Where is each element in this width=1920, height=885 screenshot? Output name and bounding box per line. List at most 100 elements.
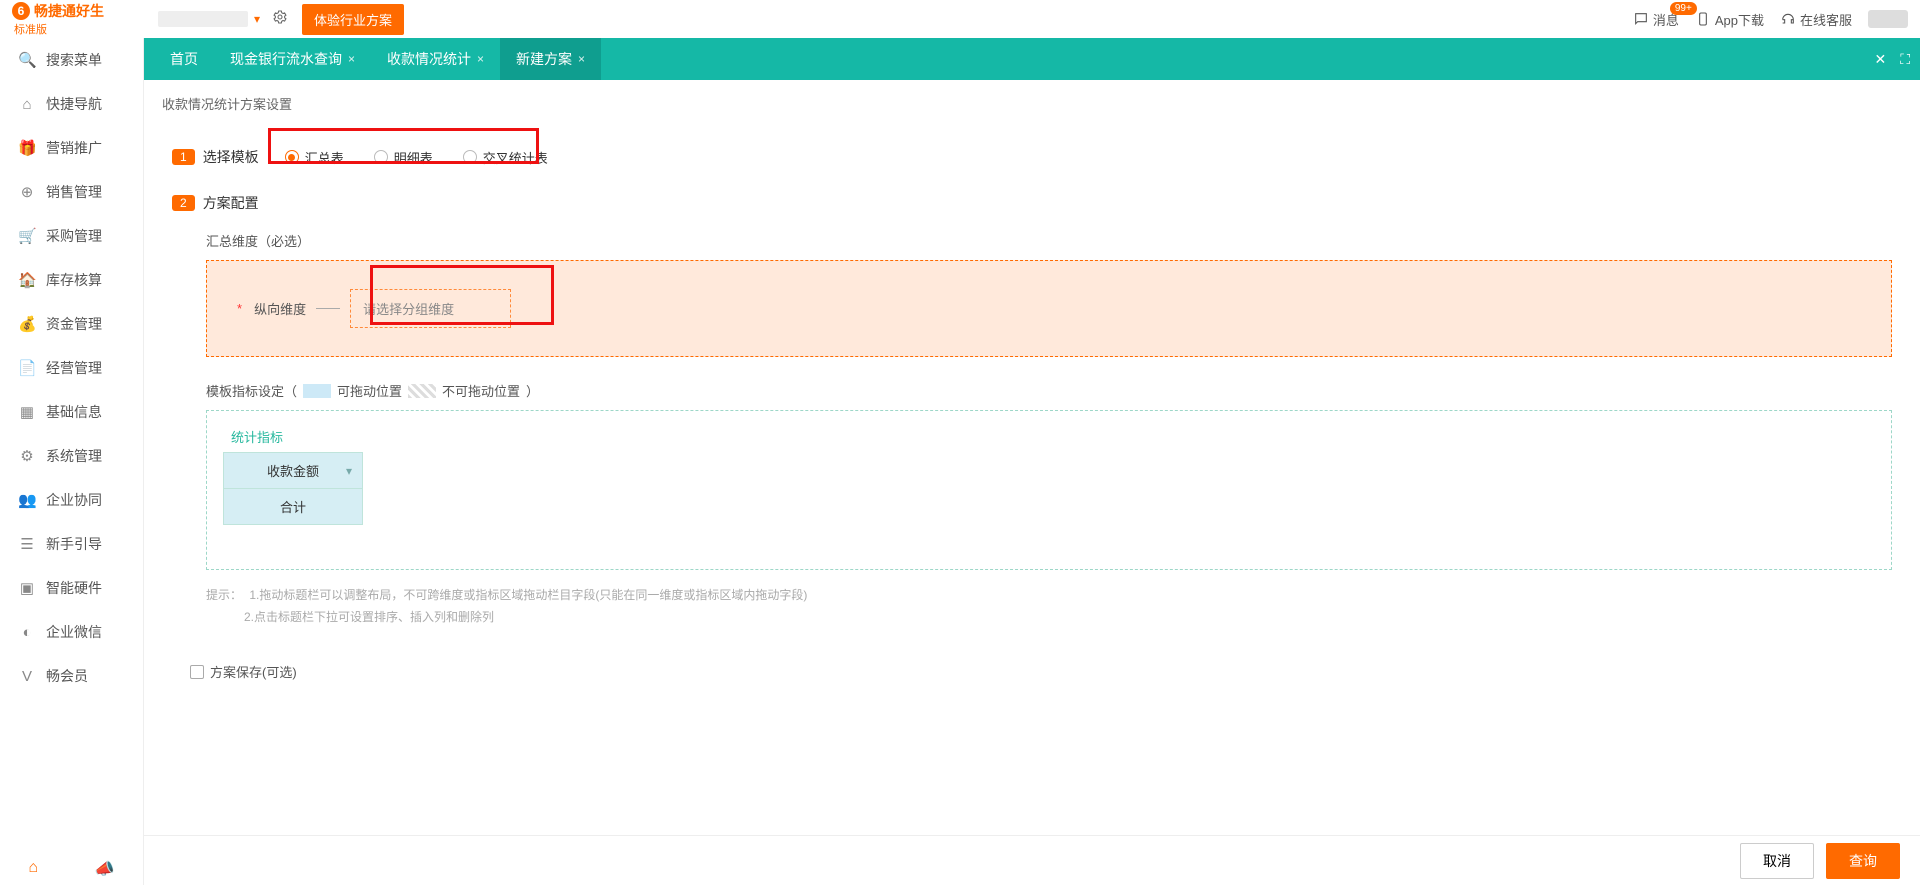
save-scheme-row[interactable]: 方案保存(可选) bbox=[190, 662, 1892, 681]
sidebar-item-label: 基础信息 bbox=[46, 402, 102, 422]
step-1-badge: 1 bbox=[172, 149, 195, 165]
sidebar: 🔍 搜索菜单 ⌂快捷导航🎁营销推广 ⊕ 销售管理 🛒 采购管理 🏠库存核算 💰 资金管理 📄 经营管理… bbox=[0, 38, 144, 885]
radio-label: 明细表 bbox=[394, 148, 433, 167]
required-star: * bbox=[237, 301, 242, 316]
tab-label: 现金银行流水查询 bbox=[230, 49, 342, 69]
sidebar-item-chip[interactable]: ▣智能硬件 bbox=[0, 566, 143, 610]
chat-icon bbox=[1633, 11, 1649, 27]
sidebar-item-label: 采购管理 bbox=[46, 226, 102, 246]
settings-gear-icon[interactable] bbox=[272, 9, 288, 29]
save-scheme-checkbox[interactable] bbox=[190, 665, 204, 679]
dimension-section-title: 汇总维度（必选） bbox=[206, 231, 1892, 250]
page-title: 收款情况统计方案设置 bbox=[144, 80, 1920, 127]
tabs-bar: 首页现金银行流水查询 × 收款情况统计 × 新建方案 × ✕ ⛶ bbox=[144, 38, 1920, 80]
sidebar-item-grid[interactable]: ▦ 基础信息 bbox=[0, 390, 143, 434]
sidebar-item-search[interactable]: 🔍 搜索菜单 bbox=[0, 38, 143, 82]
sidebar-item-sys[interactable]: ⚙系统管理 bbox=[0, 434, 143, 478]
indicator-panel: 统计指标 收款金额▾合计 bbox=[206, 410, 1892, 570]
tab-close-icon[interactable]: × bbox=[578, 52, 585, 66]
tips-block: 提示： 1.拖动标题栏可以调整布局，不可跨维度或指标区域拖动栏目字段(只能在同一… bbox=[206, 584, 1892, 628]
sidebar-item-tag[interactable]: ⊕ 销售管理 bbox=[0, 170, 143, 214]
draggable-swatch bbox=[303, 384, 331, 398]
indicator-group-title: 统计指标 bbox=[231, 427, 1875, 446]
template-radio-group: 汇总表 明细表 交叉统计表 bbox=[285, 148, 548, 167]
sidebar-item-doc[interactable]: 📄 经营管理 bbox=[0, 346, 143, 390]
cancel-button[interactable]: 取消 bbox=[1740, 843, 1814, 879]
indicator-caption-prefix: 模板指标设定（ bbox=[206, 381, 297, 400]
messages-badge: 99+ bbox=[1670, 2, 1697, 15]
experience-button[interactable]: 体验行业方案 bbox=[302, 4, 404, 35]
sidebar-item-label: 企业协同 bbox=[46, 490, 102, 510]
sidebar-item-label: 畅会员 bbox=[46, 666, 88, 686]
grid-icon: ▦ bbox=[18, 403, 36, 421]
sidebar-item-wallet[interactable]: 💰 资金管理 bbox=[0, 302, 143, 346]
sidebar-item-team[interactable]: 👥企业协同 bbox=[0, 478, 143, 522]
connector-line bbox=[316, 308, 340, 309]
indicator-cell-1[interactable]: 合计 bbox=[224, 489, 362, 524]
sidebar-bottom-icon-2[interactable]: 📣 bbox=[95, 859, 115, 879]
tab-close-all-icon[interactable]: ✕ bbox=[1874, 51, 1886, 68]
tag-icon: ⊕ bbox=[18, 183, 36, 201]
sidebar-item-label: 资金管理 bbox=[46, 314, 102, 334]
tab-新建方案[interactable]: 新建方案 × bbox=[500, 38, 601, 80]
wxwork-icon: ◐ bbox=[18, 624, 36, 641]
fullscreen-icon[interactable]: ⛶ bbox=[1900, 51, 1910, 68]
step-2-header: 2 方案配置 bbox=[172, 193, 1892, 213]
sidebar-item-new[interactable]: ☰新手引导 bbox=[0, 522, 143, 566]
doc-icon: 📄 bbox=[18, 359, 36, 377]
radio-label: 交叉统计表 bbox=[483, 148, 548, 167]
tab-label: 收款情况统计 bbox=[387, 49, 471, 69]
indicator-cell-0[interactable]: 收款金额▾ bbox=[224, 453, 362, 489]
main-content: 收款情况统计方案设置 1 选择模板 汇总表明细表交叉统计表 2 方案配置 汇总维… bbox=[144, 80, 1920, 885]
tab-现金银行流水查询[interactable]: 现金银行流水查询 × bbox=[214, 38, 371, 80]
sidebar-item-label: 新手引导 bbox=[46, 534, 102, 554]
search-icon: 🔍 bbox=[18, 51, 36, 69]
dimension-panel: * 纵向维度 请选择分组维度 bbox=[206, 260, 1892, 357]
user-avatar[interactable] bbox=[1868, 10, 1908, 28]
gift-icon: 🎁 bbox=[18, 139, 36, 157]
dimension-picker[interactable]: 请选择分组维度 bbox=[350, 289, 511, 328]
sidebar-bottom-icon-1[interactable]: ⌂ bbox=[28, 859, 38, 879]
submit-button[interactable]: 查询 bbox=[1826, 843, 1900, 879]
template-radio-1[interactable]: 明细表 bbox=[374, 148, 433, 167]
template-radio-0[interactable]: 汇总表 bbox=[285, 148, 344, 167]
tab-close-icon[interactable]: × bbox=[477, 52, 484, 66]
sidebar-item-label: 智能硬件 bbox=[46, 578, 102, 598]
cart-icon: 🛒 bbox=[18, 227, 36, 245]
vip-icon: V bbox=[18, 668, 36, 685]
tab-close-icon[interactable]: × bbox=[348, 52, 355, 66]
tips-label: 提示： bbox=[206, 588, 242, 602]
sidebar-item-cart[interactable]: 🛒 采购管理 bbox=[0, 214, 143, 258]
sidebar-bottom-icons: ⌂📣 bbox=[0, 859, 143, 879]
brand-edition: 标准版 bbox=[14, 21, 47, 37]
org-name-placeholder bbox=[158, 11, 248, 27]
template-radio-2[interactable]: 交叉统计表 bbox=[463, 148, 548, 167]
sys-icon: ⚙ bbox=[18, 447, 36, 465]
sidebar-item-house[interactable]: 🏠库存核算 bbox=[0, 258, 143, 302]
tip-line-1: 1.拖动标题栏可以调整布局，不可跨维度或指标区域拖动栏目字段(只能在同一维度或指… bbox=[249, 588, 807, 602]
sidebar-item-label: 经营管理 bbox=[46, 358, 102, 378]
brand-area: 6 畅捷通好生 标准版 bbox=[12, 1, 144, 37]
step-1-header: 1 选择模板 汇总表明细表交叉统计表 bbox=[172, 147, 1892, 167]
org-selector[interactable]: ▾ bbox=[158, 11, 260, 27]
sidebar-item-label: 销售管理 bbox=[46, 182, 102, 202]
tab-label: 新建方案 bbox=[516, 49, 572, 69]
sidebar-item-gift[interactable]: 🎁营销推广 bbox=[0, 126, 143, 170]
sidebar-item-label: 搜索菜单 bbox=[46, 50, 102, 70]
wallet-icon: 💰 bbox=[18, 315, 36, 333]
online-service-link[interactable]: 在线客服 bbox=[1780, 10, 1852, 29]
messages-link[interactable]: 消息 99+ bbox=[1633, 10, 1679, 29]
tab-首页[interactable]: 首页 bbox=[154, 38, 214, 80]
radio-dot-icon bbox=[285, 150, 299, 164]
sidebar-item-home[interactable]: ⌂快捷导航 bbox=[0, 82, 143, 126]
tip-line-2: 2.点击标题栏下拉可设置排序、插入列和删除列 bbox=[244, 610, 494, 624]
draggable-label: 可拖动位置 bbox=[337, 381, 402, 400]
home-icon: ⌂ bbox=[18, 96, 36, 113]
sidebar-item-wxwork[interactable]: ◐企业微信 bbox=[0, 610, 143, 654]
radio-dot-icon bbox=[374, 150, 388, 164]
tab-收款情况统计[interactable]: 收款情况统计 × bbox=[371, 38, 500, 80]
nondraggable-label: 不可拖动位置 bbox=[442, 381, 520, 400]
sidebar-item-vip[interactable]: V 畅会员 bbox=[0, 654, 143, 698]
app-download-link[interactable]: App下载 bbox=[1695, 10, 1764, 29]
sidebar-item-label: 库存核算 bbox=[46, 270, 102, 290]
